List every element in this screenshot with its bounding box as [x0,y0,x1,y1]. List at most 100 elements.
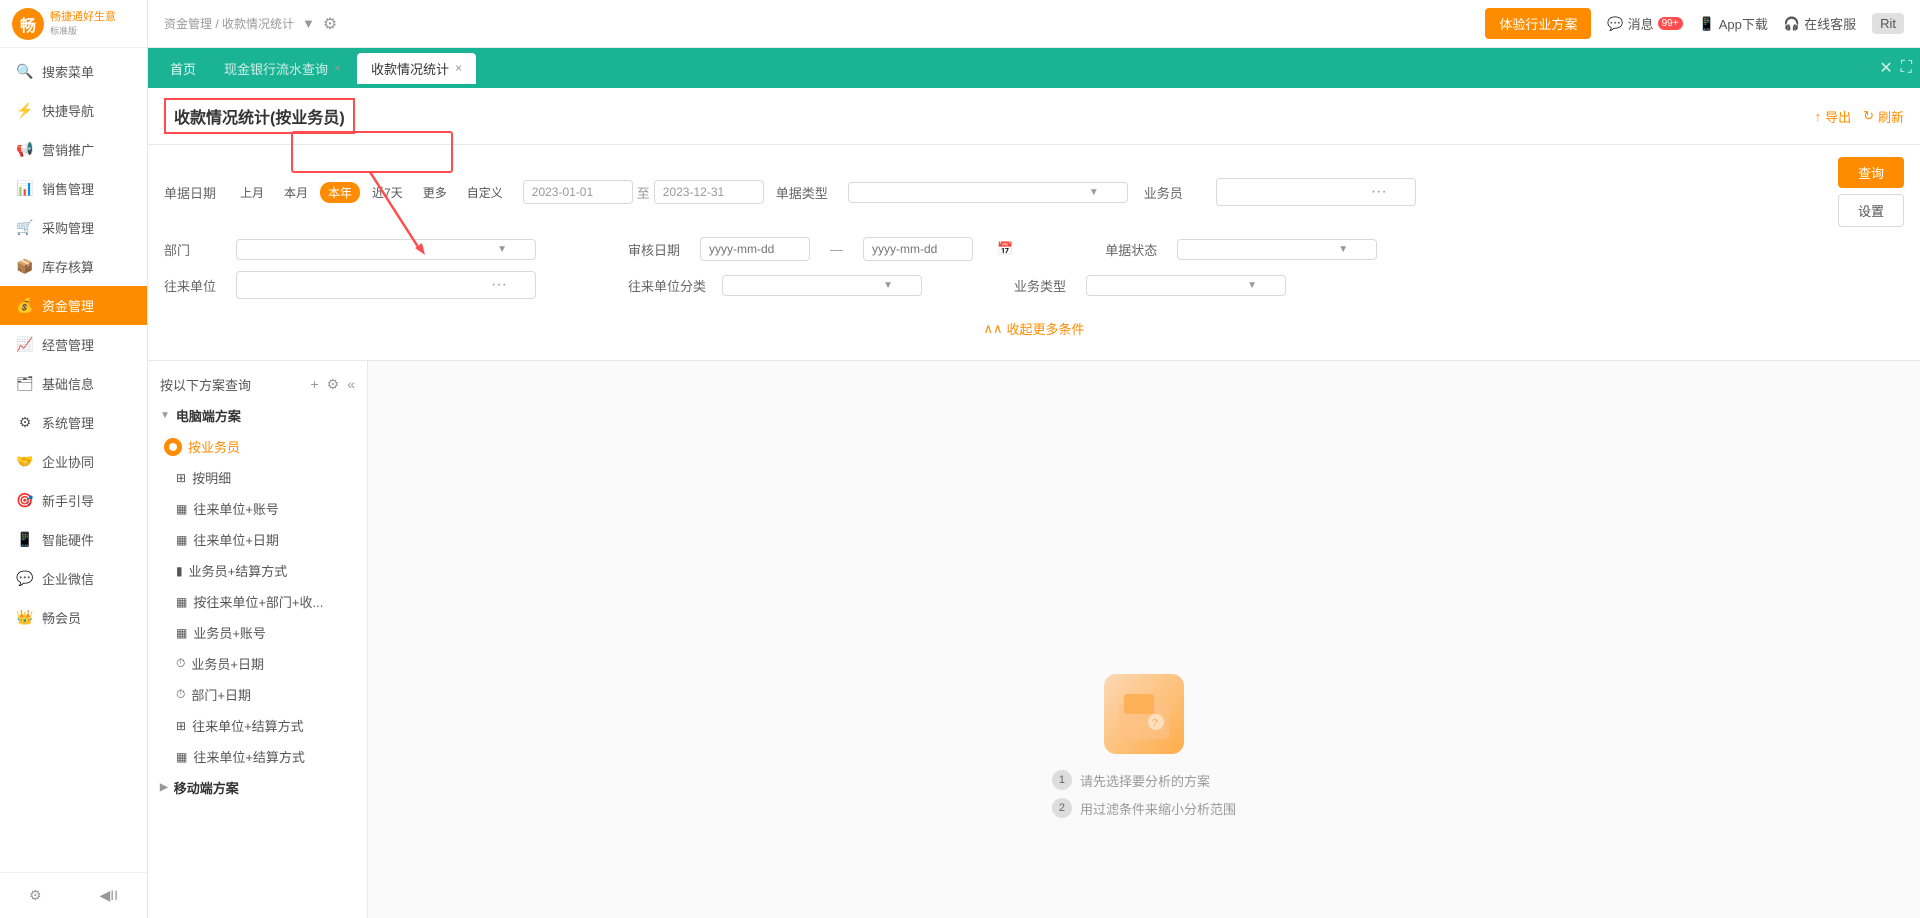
biz-type-label: 业务类型 [1014,276,1070,295]
sidebar-item-enterprise[interactable]: 🤝 企业协同 [0,442,147,481]
inventory-icon: 📦 [16,258,34,276]
sidebar-item-newbie[interactable]: 🎯 新手引导 [0,481,147,520]
audit-date-from-input[interactable] [700,237,810,261]
tab-close-all-icon[interactable]: ✕ [1879,58,1892,78]
partner-label: 往来单位 [164,276,220,295]
audit-date-label: 审核日期 [628,240,684,259]
tree-item-by-salesman[interactable]: 按业务员 [148,431,367,462]
partner-category-arrow-icon: ▼ [883,280,893,291]
tree-item-salesman-account[interactable]: ▦ 业务员+账号 [148,617,367,648]
table2-icon: ▦ [176,533,187,547]
biz-type-select[interactable]: ▼ [1086,275,1286,296]
empty-steps: 1 请先选择要分析的方案 2 用过滤条件来缩小分析范围 [1052,770,1236,818]
sidebar-item-basic[interactable]: 🗂 基础信息 [0,364,147,403]
sidebar-item-quicknav[interactable]: ⚡ 快捷导航 [0,91,147,130]
add-scheme-btn[interactable]: + [310,376,318,393]
date-this-month[interactable]: 本月 [276,182,316,203]
trial-button[interactable]: 体验行业方案 [1485,8,1591,39]
main-area: 资金管理 / 收款情况统计 ▼ ⚙ 体验行业方案 💬 消息 99+ 📱 App下… [148,0,1920,918]
audit-date-to-input[interactable] [863,237,973,261]
logo-name: 畅捷通好生意 [50,10,116,24]
tab-bar-right: ✕ ⛶ [1879,58,1912,78]
sidebar-logo: 畅 畅捷通好生意 标准版 [0,0,147,48]
sidebar-item-operations[interactable]: 📈 经营管理 [0,325,147,364]
sidebar-item-marketing[interactable]: 📢 营销推广 [0,130,147,169]
date-shortcuts: 上月 本月 本年 近7天 更多 自定义 [232,182,511,203]
date-more[interactable]: 更多 [415,182,455,203]
sidebar-item-system[interactable]: ⚙ 系统管理 [0,403,147,442]
tab-maximize-icon[interactable]: ⛶ [1901,59,1912,77]
date-from-input[interactable] [523,180,633,204]
partner-select[interactable]: ··· [236,271,536,299]
tab-bank-flow[interactable]: 现金银行流水查询 × [210,53,355,84]
date-7days[interactable]: 近7天 [364,182,411,203]
sidebar-item-hardware[interactable]: 📱 智能硬件 [0,520,147,559]
tree-item-salesman-date[interactable]: ⏱ 业务员+日期 [148,648,367,679]
sidebar-item-finance[interactable]: 💰 资金管理 [0,286,147,325]
message-btn[interactable]: 💬 消息 99+ [1607,14,1682,33]
export-button[interactable]: ↑ 导出 [1815,107,1852,126]
tab-receipt-stats-close[interactable]: × [455,61,462,75]
scheme-settings-btn[interactable]: ⚙ [327,376,340,393]
svg-text:?: ? [1152,718,1158,729]
page-header-right: ↑ 导出 ↻ 刷新 [1815,107,1904,126]
wechat-icon: 💬 [16,570,34,588]
customer-service-btn[interactable]: 🎧 在线客服 [1784,14,1856,33]
sidebar-item-search[interactable]: 🔍 搜索菜单 [0,52,147,91]
partner-category-select[interactable]: ▼ [722,275,922,296]
date-last-month[interactable]: 上月 [232,182,272,203]
doc-type-select[interactable]: ▼ [848,182,1128,203]
top-header: 资金管理 / 收款情况统计 ▼ ⚙ 体验行业方案 💬 消息 99+ 📱 App下… [148,0,1920,48]
refresh-button[interactable]: ↻ 刷新 [1863,107,1904,126]
sidebar-item-member[interactable]: 👑 畅会员 [0,598,147,637]
basic-icon: 🗂 [16,375,34,393]
app-download-btn[interactable]: 📱 App下载 [1699,14,1768,33]
filter-panel: 单据日期 上月 本月 本年 近7天 更多 自定义 至 [148,145,1920,361]
query-button[interactable]: 查询 [1838,157,1904,188]
tree-item-partner-dept[interactable]: ▦ 按往来单位+部门+收... [148,586,367,617]
tree-item-salesman-settlement[interactable]: ▮ 业务员+结算方式 [148,555,367,586]
tree-item-partner-settlement1[interactable]: ⊞ 往来单位+结算方式 [148,710,367,741]
table3-icon: ▦ [176,595,187,609]
date-to-input[interactable] [654,180,764,204]
sidebar-nav: 🔍 搜索菜单 ⚡ 快捷导航 📢 营销推广 📊 销售管理 🛒 采购管理 📦 库存核… [0,48,147,872]
tree-group-desktop[interactable]: ▼ 电脑端方案 [148,400,367,431]
tree-item-by-detail[interactable]: ⊞ 按明细 [148,462,367,493]
partner-more-icon[interactable]: ··· [491,276,507,294]
salesman-more-icon[interactable]: ··· [1371,183,1387,201]
calendar-icon[interactable]: 📅 [997,241,1013,257]
sidebar-collapse-btn[interactable]: ◀II [89,881,128,910]
finance-icon: 💰 [16,297,34,315]
tab-receipt-stats[interactable]: 收款情况统计 × [357,53,476,84]
tree-group-mobile[interactable]: ▶ 移动端方案 [148,772,367,803]
tree-item-partner-settlement2[interactable]: ▦ 往来单位+结算方式 [148,741,367,772]
sidebar-settings-btn[interactable]: ⚙ [19,881,52,910]
user-avatar[interactable]: Rit [1872,13,1904,34]
collapse-more-btn[interactable]: ∧∧ 收起更多条件 [164,309,1904,348]
marketing-icon: 📢 [16,141,34,159]
sidebar-item-inventory[interactable]: 📦 库存核算 [0,247,147,286]
grid2-icon: ⊞ [176,719,186,733]
panel-collapse-btn[interactable]: « [347,376,355,393]
page-content: 收款情况统计(按业务员) ↑ 导出 ↻ 刷新 [148,88,1920,918]
doc-status-label: 单据状态 [1105,240,1161,259]
tab-home[interactable]: 首页 [156,53,210,84]
dept-select[interactable]: ▼ [236,239,536,260]
salesman-select[interactable]: ··· [1216,178,1416,206]
settings-button[interactable]: 设置 [1838,194,1904,227]
doc-status-select[interactable]: ▼ [1177,239,1377,260]
sidebar-item-wechat[interactable]: 💬 企业微信 [0,559,147,598]
sidebar-item-purchase[interactable]: 🛒 采购管理 [0,208,147,247]
sidebar-item-sales[interactable]: 📊 销售管理 [0,169,147,208]
date-custom[interactable]: 自定义 [459,182,511,203]
tree-item-partner-account[interactable]: ▦ 往来单位+账号 [148,493,367,524]
header-settings-icon[interactable]: ⚙ [323,14,337,34]
operations-icon: 📈 [16,336,34,354]
date-this-year[interactable]: 本年 [320,182,360,203]
tree-item-partner-date[interactable]: ▦ 往来单位+日期 [148,524,367,555]
tab-bank-flow-close[interactable]: × [334,61,341,75]
breadcrumb-dropdown-icon[interactable]: ▼ [302,16,315,31]
customer-service-icon: 🎧 [1784,16,1800,32]
tree-item-dept-date[interactable]: ⏱ 部门+日期 [148,679,367,710]
page-main: 收款情况统计(按业务员) ↑ 导出 ↻ 刷新 [148,88,1920,918]
